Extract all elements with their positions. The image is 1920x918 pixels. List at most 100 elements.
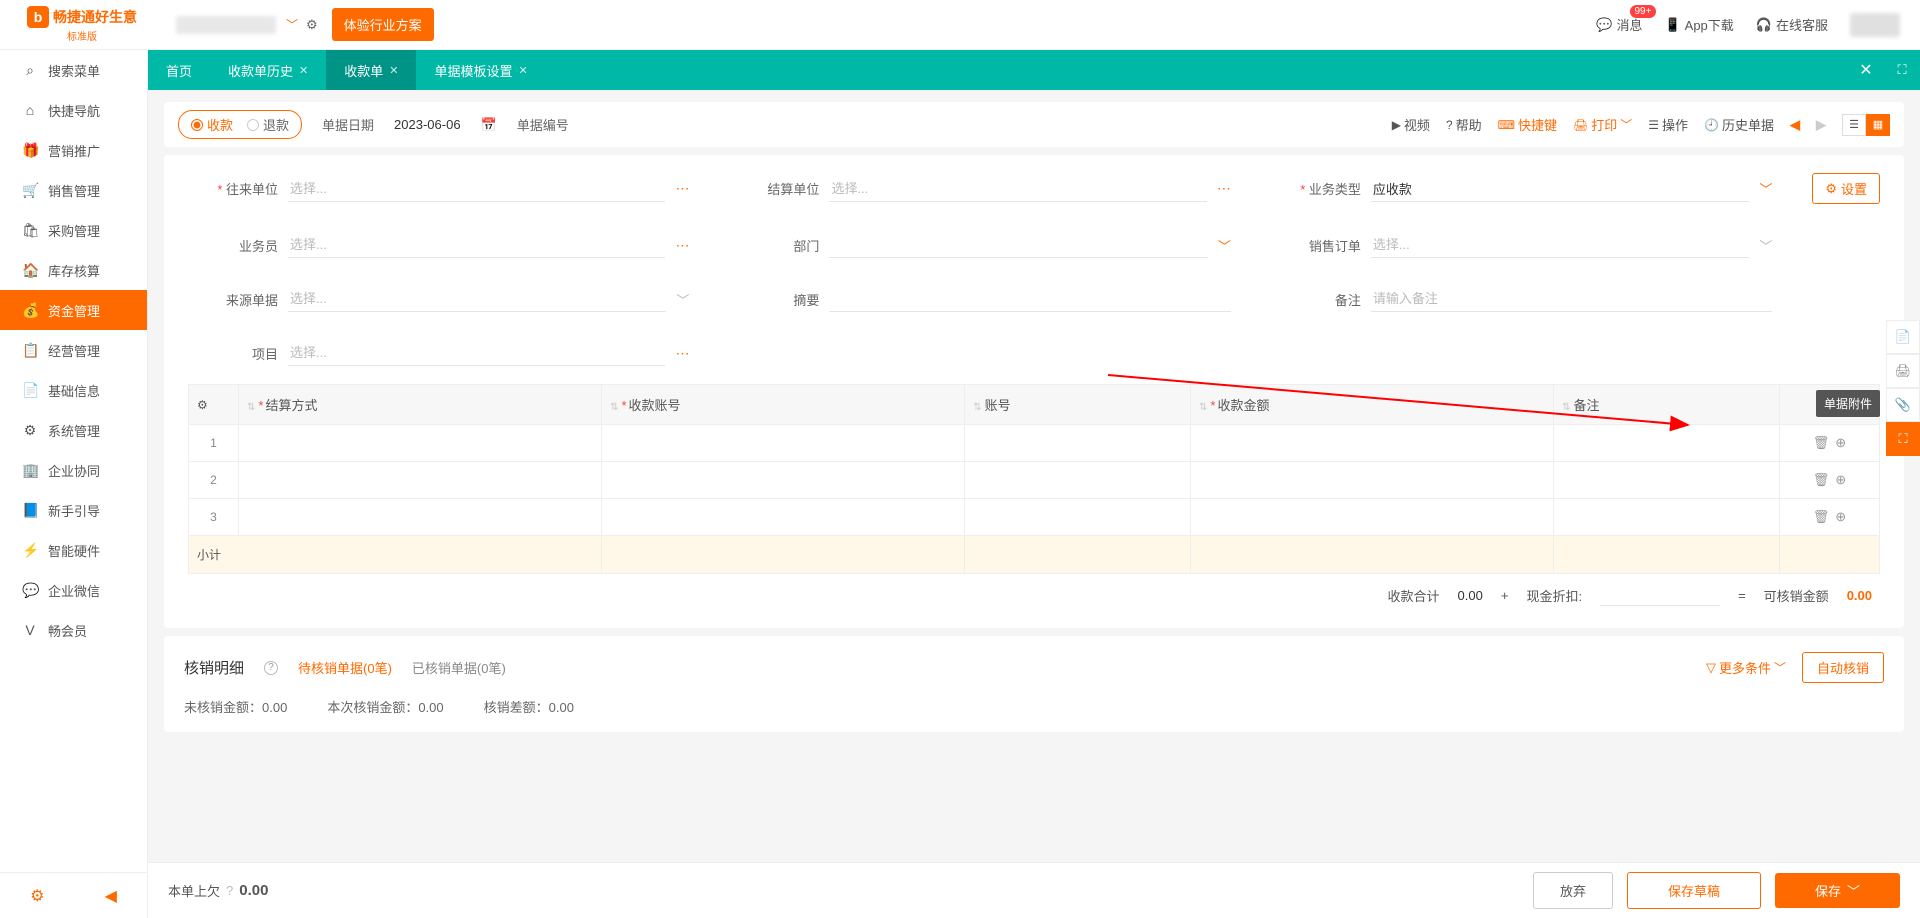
auto-verify-button[interactable]: 自动核销 [1802,652,1884,683]
next-doc-icon[interactable]: ▶ [1816,117,1826,133]
prev-doc-icon[interactable]: ◀ [1790,117,1800,133]
more-conditions-button[interactable]: ▽更多条件 ﹀ [1706,658,1786,677]
settings-icon[interactable]: ⚙ [30,886,44,906]
nav-item-0[interactable]: ⌕搜索菜单 [0,50,147,90]
radio-refund[interactable]: 退款 [247,115,289,134]
nav-item-12[interactable]: ⚡智能硬件 [0,530,147,570]
biz-type-field[interactable]: 业务类型 ﹀ [1271,173,1772,204]
nav-item-11[interactable]: 📘新手引导 [0,490,147,530]
close-tab-button[interactable]: ✕ [1848,60,1884,80]
table-settings-icon[interactable]: ⚙ [189,385,239,425]
settle-unit-input[interactable] [829,176,1206,202]
settle-unit-field[interactable]: 结算单位 ⋯ [729,173,1230,204]
video-button[interactable]: ▶ 视频 [1392,115,1430,134]
nav-item-2[interactable]: 🎁营销推广 [0,130,147,170]
receipt-type-radio[interactable]: 收款 退款 [178,110,302,139]
online-service-button[interactable]: 🎧 在线客服 [1756,15,1828,34]
partner-field[interactable]: 往来单位 ⋯ [188,173,689,204]
discard-button[interactable]: 放弃 [1533,872,1613,909]
partner-input[interactable] [288,176,665,202]
rail-expand-icon[interactable]: ⛶ [1886,422,1920,456]
gear-icon[interactable]: ⚙ [306,17,318,33]
more-icon[interactable]: ⋯ [1217,180,1231,197]
discount-input[interactable] [1600,584,1720,606]
nav-item-3[interactable]: 🛒销售管理 [0,170,147,210]
nav-item-7[interactable]: 📋经营管理 [0,330,147,370]
app-download-button[interactable]: 📱 App下载 [1664,15,1733,34]
project-field[interactable]: 项目 ⋯ [188,340,689,366]
source-field[interactable]: 来源单据 ﹀ [188,286,689,312]
more-icon[interactable]: ⋯ [675,237,689,254]
delete-icon[interactable]: 🗑 [1813,509,1830,524]
nav-item-14[interactable]: V畅会员 [0,610,147,650]
delete-icon[interactable]: 🗑 [1813,472,1830,487]
nav-item-10[interactable]: 🏢企业协同 [0,450,147,490]
more-icon[interactable]: ⋯ [675,345,689,362]
close-icon[interactable]: ✕ [519,64,528,77]
save-draft-button[interactable]: 保存草稿 [1627,872,1761,909]
operate-button[interactable]: ☰ 操作 [1648,115,1688,134]
remark-field[interactable]: 备注 [1271,286,1772,312]
fullscreen-icon[interactable]: ⛶ [1884,62,1920,78]
dept-input[interactable] [829,232,1207,258]
calendar-icon[interactable]: 📅 [481,117,497,133]
close-icon[interactable]: ✕ [389,64,398,77]
table-row[interactable]: 3🗑⊕ [189,499,1880,536]
chevron-down-icon[interactable]: ﹀ [1759,179,1772,198]
print-button[interactable]: 🖨 打印 ﹀ [1573,115,1632,134]
tab-done[interactable]: 已核销单据(0笔) [412,658,506,677]
tab-2[interactable]: 收款单✕ [326,50,416,90]
add-row-icon[interactable]: ⊕ [1835,472,1846,487]
salesman-field[interactable]: 业务员 ⋯ [188,232,689,258]
date-value[interactable]: 2023-06-06 [394,117,461,132]
summary-input[interactable] [829,286,1230,312]
tab-1[interactable]: 收款单历史✕ [210,50,326,90]
view-form-icon[interactable]: ▦ [1866,114,1890,136]
shortcut-button[interactable]: ⌨ 快捷键 [1498,115,1557,134]
chevron-down-icon[interactable]: ﹀ [676,290,689,309]
table-row[interactable]: 1🗑⊕ [189,425,1880,462]
source-input[interactable] [288,286,666,312]
radio-receive[interactable]: 收款 [191,115,233,134]
biz-type-input[interactable] [1371,176,1749,202]
view-list-icon[interactable]: ☰ [1842,114,1866,136]
company-selector[interactable]: ﹀ [176,16,298,34]
close-icon[interactable]: ✕ [299,64,308,77]
chevron-down-icon[interactable]: ﹀ [1759,236,1772,255]
user-avatar[interactable] [1850,13,1900,37]
nav-item-4[interactable]: 🛍采购管理 [0,210,147,250]
sales-order-field[interactable]: 销售订单 ﹀ [1271,232,1772,258]
trial-button[interactable]: 体验行业方案 [332,8,434,41]
tab-0[interactable]: 首页 [148,50,210,90]
nav-item-13[interactable]: 💬企业微信 [0,570,147,610]
collapse-icon[interactable]: ◀ [105,886,117,906]
salesman-input[interactable] [288,232,665,258]
rail-attachment-icon[interactable]: 📎 [1886,388,1920,422]
remark-input[interactable] [1371,286,1772,312]
sales-order-input[interactable] [1371,232,1749,258]
rail-print-icon[interactable]: 🖨 [1886,354,1920,388]
history-button[interactable]: 🕘 历史单据 [1704,115,1774,134]
nav-item-9[interactable]: ⚙系统管理 [0,410,147,450]
col-remark[interactable]: ⇅备注 [1554,385,1780,425]
more-icon[interactable]: ⋯ [675,180,689,197]
add-row-icon[interactable]: ⊕ [1835,435,1846,450]
col-acct[interactable]: ⇅*收款账号 [602,385,965,425]
tab-3[interactable]: 单据模板设置✕ [416,50,545,90]
dept-field[interactable]: 部门 ﹀ [729,232,1230,258]
nav-item-6[interactable]: 💰资金管理 [0,290,147,330]
add-row-icon[interactable]: ⊕ [1835,509,1846,524]
nav-item-5[interactable]: 🏠库存核算 [0,250,147,290]
col-acctno[interactable]: ⇅账号 [965,385,1191,425]
delete-icon[interactable]: 🗑 [1813,435,1830,450]
chevron-down-icon[interactable]: ﹀ [1218,236,1231,255]
col-amt[interactable]: ⇅*收款金额 [1191,385,1554,425]
help-icon[interactable]: ? [226,883,233,898]
help-icon[interactable]: ? [264,661,278,675]
rail-draft-icon[interactable]: 📄 [1886,320,1920,354]
summary-field[interactable]: 摘要 [729,286,1230,312]
tab-pending[interactable]: 待核销单据(0笔) [298,658,392,677]
save-button[interactable]: 保存﹀ [1775,873,1900,908]
project-input[interactable] [288,340,665,366]
table-row[interactable]: 2🗑⊕ [189,462,1880,499]
